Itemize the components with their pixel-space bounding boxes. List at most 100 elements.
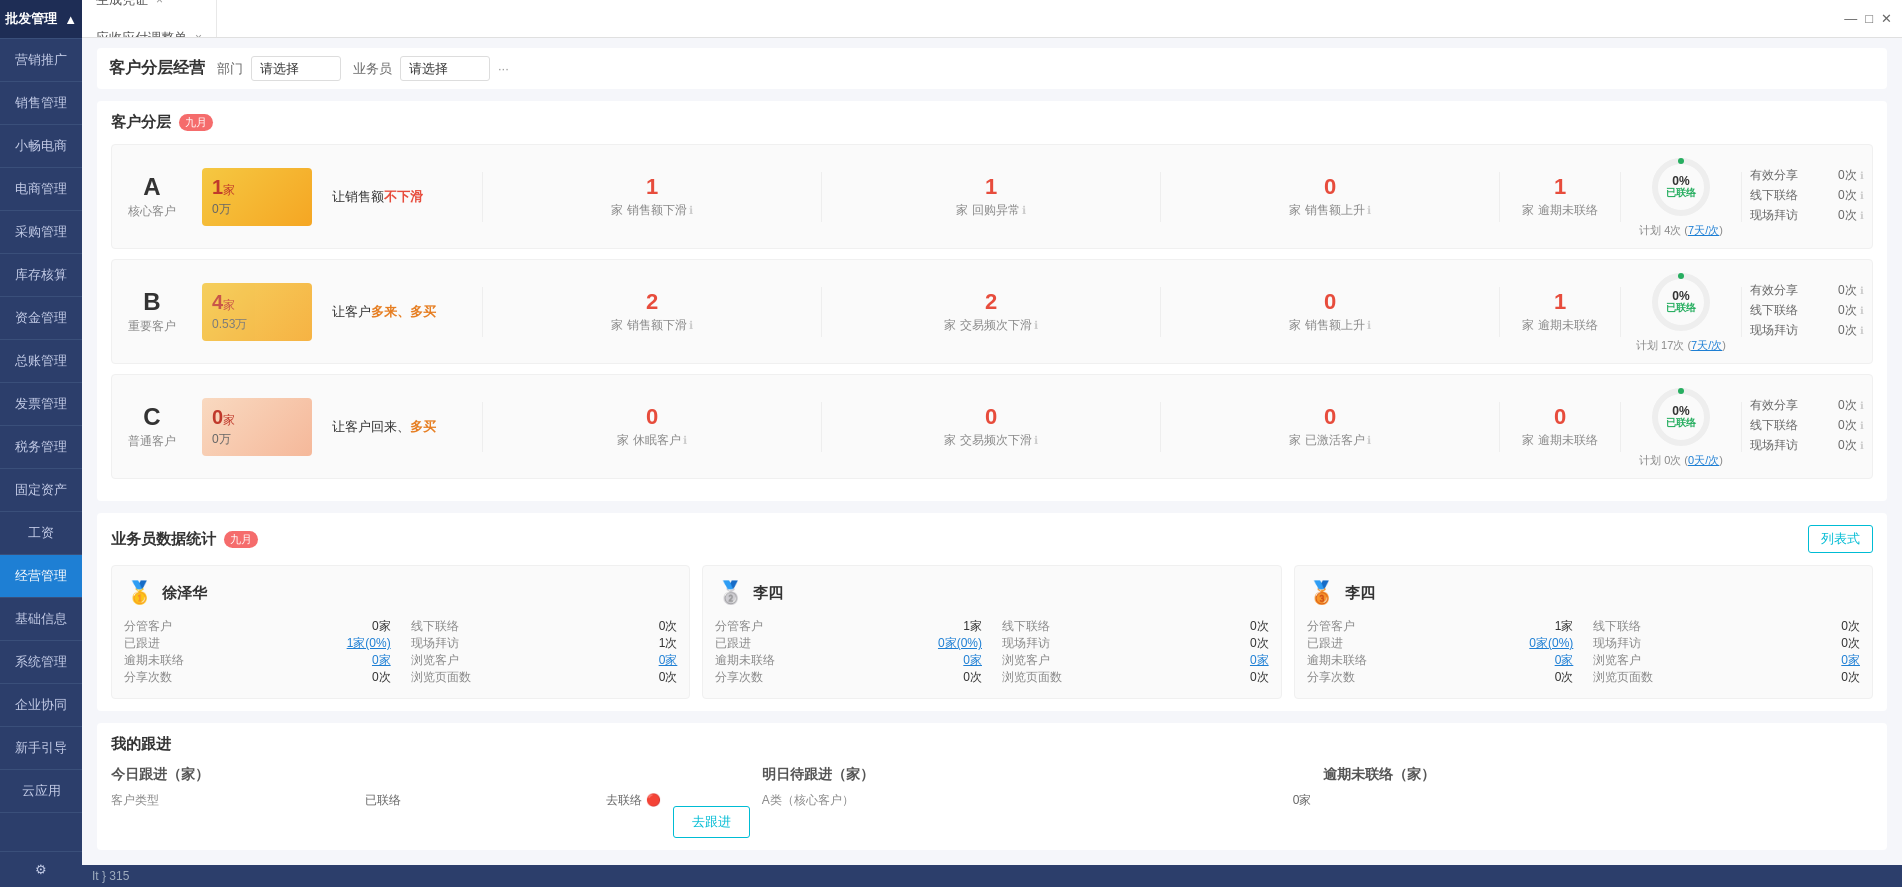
salesperson-title: 业务员数据统计	[111, 530, 216, 549]
sidebar-item-税务管理[interactable]: 税务管理	[0, 426, 82, 469]
sp-stat-分管客户: 分管客户 1家	[1307, 618, 1574, 635]
tier-stat2-B: 2 家 交易频次下滑 ℹ	[822, 289, 1160, 334]
followup-section: 我的跟进 今日跟进（家） 客户类型 已联络 去联络 🔴 去跟进 明日待跟进（家）	[97, 723, 1887, 850]
sidebar-settings[interactable]: ⚙	[0, 851, 82, 887]
tab-生成凭证[interactable]: 生成凭证×	[82, 0, 217, 19]
sp-stat-分享次数: 分享次数 0次	[1307, 669, 1574, 686]
sidebar-item-经营管理[interactable]: 经营管理	[0, 555, 82, 598]
sidebar-item-销售管理[interactable]: 销售管理	[0, 82, 82, 125]
salesperson-header-2: 🥉 李四	[1307, 578, 1860, 608]
sidebar-item-采购管理[interactable]: 采购管理	[0, 211, 82, 254]
sp-stat-浏览客户: 浏览客户 0家	[411, 652, 678, 669]
sidebar-item-库存核算[interactable]: 库存核算	[0, 254, 82, 297]
content-area: 客户分层经营 部门 请选择 业务员 请选择 ··· 客户分层 九月	[82, 38, 1902, 865]
sp-stats-right-0: 线下联络 0次 现场拜访 1次 浏览客户 0家 浏览页面数 0次	[411, 618, 678, 686]
more-options-icon[interactable]: ···	[498, 61, 509, 76]
tier-desc-A: 让销售额不下滑	[322, 188, 482, 206]
sp-stat-分享次数: 分享次数 0次	[124, 669, 391, 686]
salesperson-header: 业务员数据统计 九月 列表式	[111, 525, 1873, 553]
sidebar-item-小畅电商[interactable]: 小畅电商	[0, 125, 82, 168]
tab-应收应付调整单[interactable]: 应收应付调整单×	[82, 19, 217, 39]
sp-stat-浏览页面数: 浏览页面数 0次	[1002, 669, 1269, 686]
main-area: 首页门店商品目录×销货单×店铺管理×生成凭证×应收应付调整单×工资表×工资统计报…	[82, 0, 1902, 887]
sidebar-collapse-icon[interactable]: ▲	[64, 12, 77, 27]
tab-close-生成凭证[interactable]: ×	[156, 0, 163, 19]
sidebar-item-总账管理[interactable]: 总账管理	[0, 340, 82, 383]
sp-stats-left-0: 分管客户 0家 已跟进 1家(0%) 逾期未联络 0家 分享次数 0次	[124, 618, 391, 686]
salesperson-card-0: 🥇 徐泽华 分管客户 0家 已跟进 1家(0%) 逾期未联络 0家 分享次数 0…	[111, 565, 690, 699]
tier-label-B: B 重要客户	[112, 288, 192, 335]
sp-stat-已跟进: 已跟进 0家(0%)	[1307, 635, 1574, 652]
sidebar-item-营销推广[interactable]: 营销推广	[0, 39, 82, 82]
sp-stats-left-1: 分管客户 1家 已跟进 0家(0%) 逾期未联络 0家 分享次数 0次	[715, 618, 982, 686]
salesperson-card-1: 🥈 李四 分管客户 1家 已跟进 0家(0%) 逾期未联络 0家 分享次数 0次…	[702, 565, 1281, 699]
sidebar-header[interactable]: 批发管理 ▲	[0, 0, 82, 39]
sp-stat-分享次数: 分享次数 0次	[715, 669, 982, 686]
tier-contact-C: 0 家 逾期未联络	[1500, 404, 1620, 449]
tier-desc-C: 让客户回来、多买	[322, 418, 482, 436]
sidebar-item-新手引导[interactable]: 新手引导	[0, 727, 82, 770]
overdue-title: 逾期未联络（家）	[1323, 766, 1873, 784]
sales-select[interactable]: 请选择	[400, 56, 490, 81]
tier-stat1-C: 0 家 休眠客户 ℹ	[483, 404, 821, 449]
sp-stat-线下联络: 线下联络 0次	[411, 618, 678, 635]
sp-stat-已跟进: 已跟进 0家(0%)	[715, 635, 982, 652]
tomorrow-followup-col: 明日待跟进（家） A类（核心客户） 0家	[762, 766, 1312, 813]
tier-circle-C: 0% 已联络 计划 0次 (0天/次)	[1621, 385, 1741, 468]
goto-followup-col: 去跟进	[673, 766, 750, 838]
sidebar-item-基础信息[interactable]: 基础信息	[0, 598, 82, 641]
sp-stat-现场拜访: 现场拜访 0次	[1002, 635, 1269, 652]
tab-bar: 首页门店商品目录×销货单×店铺管理×生成凭证×应收应付调整单×工资表×工资统计报…	[82, 0, 1902, 38]
tier-right-stats-A: 有效分享 0次 ℹ线下联络 0次 ℹ现场拜访 0次 ℹ	[1742, 167, 1872, 227]
sidebar-item-企业协同[interactable]: 企业协同	[0, 684, 82, 727]
overdue-col: 逾期未联络（家）	[1323, 766, 1873, 792]
dept-select[interactable]: 请选择	[251, 56, 341, 81]
tab-bar-actions: — □ ✕	[1834, 11, 1902, 26]
sidebar-item-资金管理[interactable]: 资金管理	[0, 297, 82, 340]
list-view-button[interactable]: 列表式	[1808, 525, 1873, 553]
sp-stat-浏览客户: 浏览客户 0家	[1593, 652, 1860, 669]
sidebar-item-系统管理[interactable]: 系统管理	[0, 641, 82, 684]
status-text: It } 315	[92, 869, 129, 883]
tier-stat2-A: 1 家 回购异常 ℹ	[822, 174, 1160, 219]
tier-count-C: 0家 0万	[192, 398, 322, 456]
sidebar-item-固定资产[interactable]: 固定资产	[0, 469, 82, 512]
sidebar-item-工资[interactable]: 工资	[0, 512, 82, 555]
tier-contact-B: 1 家 逾期未联络	[1500, 289, 1620, 334]
sp-stat-分管客户: 分管客户 1家	[715, 618, 982, 635]
salesperson-header-0: 🥇 徐泽华	[124, 578, 677, 608]
tier-desc-B: 让客户多来、多买	[322, 303, 482, 321]
followup-grid: 今日跟进（家） 客户类型 已联络 去联络 🔴 去跟进 明日待跟进（家） A类（核…	[111, 766, 1873, 838]
salesperson-header-1: 🥈 李四	[715, 578, 1268, 608]
sales-filter: 业务员 请选择 ···	[353, 56, 509, 81]
sp-stat-现场拜访: 现场拜访 0次	[1593, 635, 1860, 652]
dept-label: 部门	[217, 60, 243, 78]
sidebar-item-云应用[interactable]: 云应用	[0, 770, 82, 813]
tomorrow-followup-title: 明日待跟进（家）	[762, 766, 1312, 784]
today-followup-col: 今日跟进（家） 客户类型 已联络 去联络 🔴	[111, 766, 661, 813]
sp-stats-right-2: 线下联络 0次 现场拜访 0次 浏览客户 0家 浏览页面数 0次	[1593, 618, 1860, 686]
sp-stat-逾期未联络: 逾期未联络 0家	[715, 652, 982, 669]
salesperson-medal-2: 🥉	[1307, 578, 1337, 608]
window-minimize-icon[interactable]: —	[1844, 11, 1857, 26]
tier-stat3-A: 0 家 销售额上升 ℹ	[1161, 174, 1499, 219]
goto-followup-button[interactable]: 去跟进	[673, 806, 750, 838]
salesperson-stats-2: 分管客户 1家 已跟进 0家(0%) 逾期未联络 0家 分享次数 0次 线下联络…	[1307, 618, 1860, 686]
tier-row-A: A 核心客户 1家 0万 让销售额不下滑 1 家 销售额下滑 ℹ 1 家 回购异…	[111, 144, 1873, 249]
tier-circle-A: 0% 已联络 计划 4次 (7天/次)	[1621, 155, 1741, 238]
tier-label-A: A 核心客户	[112, 173, 192, 220]
sp-stats-right-1: 线下联络 0次 现场拜访 0次 浏览客户 0家 浏览页面数 0次	[1002, 618, 1269, 686]
sidebar-item-发票管理[interactable]: 发票管理	[0, 383, 82, 426]
sp-stat-分管客户: 分管客户 0家	[124, 618, 391, 635]
sidebar-item-电商管理[interactable]: 电商管理	[0, 168, 82, 211]
tier-count-A: 1家 0万	[192, 168, 322, 226]
tab-close-应收应付调整单[interactable]: ×	[195, 19, 202, 39]
sales-label: 业务员	[353, 60, 392, 78]
tier-contact-A: 1 家 逾期未联络	[1500, 174, 1620, 219]
page-header: 客户分层经营 部门 请选择 业务员 请选择 ···	[97, 48, 1887, 89]
window-close-icon[interactable]: ✕	[1881, 11, 1892, 26]
sp-stat-现场拜访: 现场拜访 1次	[411, 635, 678, 652]
window-maximize-icon[interactable]: □	[1865, 11, 1873, 26]
dept-filter: 部门 请选择	[217, 56, 341, 81]
customer-month-badge: 九月	[179, 114, 213, 131]
